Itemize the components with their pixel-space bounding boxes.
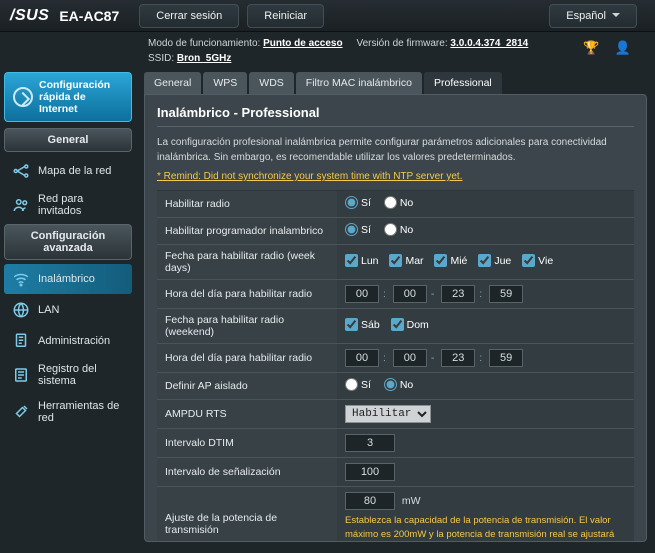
- guest-network-icon: [12, 196, 30, 214]
- row-ampdu-label: AMPDU RTS: [157, 400, 337, 429]
- mode-label: Modo de funcionamiento:: [148, 38, 260, 49]
- day-fri[interactable]: Vie: [522, 254, 553, 267]
- sidebar-item-network-map[interactable]: Mapa de la red: [4, 156, 132, 186]
- lan-icon: [12, 301, 30, 319]
- row-dtim-label: Intervalo DTIM: [157, 429, 337, 458]
- language-button[interactable]: Español: [549, 4, 637, 28]
- qis-icon: [13, 87, 33, 107]
- sidebar-item-administration[interactable]: Administración: [4, 326, 132, 356]
- quick-internet-setup[interactable]: Configuración rápida de Internet: [4, 72, 132, 122]
- fw-value[interactable]: 3.0.0.4.374_2814: [450, 38, 528, 49]
- beacon-input[interactable]: [345, 463, 395, 481]
- row-date-weekend-label: Fecha para habilitar radio (weekend): [157, 309, 337, 344]
- row-isolated-label: Definir AP aislado: [157, 373, 337, 400]
- sidebar-item-system-log[interactable]: Registro del sistema: [4, 357, 132, 393]
- ntp-remind-link[interactable]: * Remind: Did not synchronize your syste…: [157, 171, 634, 182]
- ssid-label: SSID:: [148, 53, 174, 64]
- row-txpower-label: Ajuste de la potencia de transmisión: [157, 487, 337, 543]
- sidebar-item-guest-network[interactable]: Red para invitados: [4, 187, 132, 223]
- row-beacon-label: Intervalo de señalización: [157, 458, 337, 487]
- time-week-h2[interactable]: [441, 285, 475, 303]
- system-log-icon: [12, 366, 30, 384]
- tab-mac-filter[interactable]: Filtro MAC inalámbrico: [296, 72, 422, 94]
- day-thu[interactable]: Jue: [478, 254, 511, 267]
- network-map-icon: [12, 162, 30, 180]
- section-general: General: [4, 128, 132, 152]
- enable-radio-yes[interactable]: Sí: [345, 196, 371, 209]
- trophy-icon[interactable]: 🏆: [583, 40, 605, 55]
- txpower-note: Establezca la capacidad de la potencia d…: [345, 514, 626, 542]
- ssid-value[interactable]: Bron_5GHz: [177, 53, 231, 64]
- time-wknd-h2[interactable]: [441, 349, 475, 367]
- tab-general[interactable]: General: [144, 72, 201, 94]
- fw-label: Versión de firmware:: [356, 38, 447, 49]
- day-sun[interactable]: Dom: [391, 318, 429, 331]
- row-time-week-label: Hora del día para habilitar radio: [157, 280, 337, 309]
- day-sat[interactable]: Sáb: [345, 318, 380, 331]
- enable-radio-no[interactable]: No: [384, 196, 413, 209]
- row-time-weekend-label: Hora del día para habilitar radio: [157, 344, 337, 373]
- day-wed[interactable]: Mié: [434, 254, 467, 267]
- administration-icon: [12, 332, 30, 350]
- wireless-icon: [12, 270, 30, 288]
- row-date-week-label: Fecha para habilitar radio (week days): [157, 245, 337, 280]
- tab-wps[interactable]: WPS: [203, 72, 247, 94]
- time-week-h1[interactable]: [345, 285, 379, 303]
- logout-button[interactable]: Cerrar sesión: [139, 4, 239, 28]
- info-bar: Modo de funcionamiento: Punto de acceso …: [0, 32, 655, 72]
- sidebar-item-wireless[interactable]: Inalámbrico: [4, 264, 132, 294]
- network-tools-icon: [12, 403, 30, 421]
- enable-sched-no[interactable]: No: [384, 223, 413, 236]
- sidebar-item-lan[interactable]: LAN: [4, 295, 132, 325]
- panel-title: Inalámbrico - Professional: [157, 105, 634, 120]
- reboot-button[interactable]: Reiniciar: [247, 4, 324, 28]
- section-advanced: Configuración avanzada: [4, 224, 132, 260]
- txpower-input[interactable]: [345, 492, 395, 510]
- panel-description: La configuración profesional inalámbrica…: [157, 135, 634, 165]
- time-week-m1[interactable]: [393, 285, 427, 303]
- isolated-yes[interactable]: Sí: [345, 378, 371, 391]
- time-wknd-m2[interactable]: [489, 349, 523, 367]
- model-label: EA-AC87: [59, 8, 119, 24]
- row-enable-scheduler-label: Habilitar programador inalambrico: [157, 218, 337, 245]
- user-icon[interactable]: 👤: [615, 40, 637, 55]
- time-week-m2[interactable]: [489, 285, 523, 303]
- day-tue[interactable]: Mar: [389, 254, 423, 267]
- isolated-no[interactable]: No: [384, 378, 413, 391]
- tab-wds[interactable]: WDS: [249, 72, 294, 94]
- sidebar-item-network-tools[interactable]: Herramientas de red: [4, 394, 132, 430]
- day-mon[interactable]: Lun: [345, 254, 379, 267]
- row-enable-radio-label: Habilitar radio: [157, 191, 337, 218]
- enable-sched-yes[interactable]: Sí: [345, 223, 371, 236]
- txpower-unit: mW: [402, 495, 421, 507]
- mode-value[interactable]: Punto de acceso: [263, 38, 342, 49]
- brand-logo: /SUS: [0, 7, 59, 25]
- qis-label: Configuración rápida de Internet: [39, 79, 123, 115]
- time-wknd-h1[interactable]: [345, 349, 379, 367]
- time-wknd-m1[interactable]: [393, 349, 427, 367]
- dtim-input[interactable]: [345, 434, 395, 452]
- ampdu-select[interactable]: Habilitar: [345, 405, 431, 423]
- tab-professional[interactable]: Professional: [424, 72, 502, 94]
